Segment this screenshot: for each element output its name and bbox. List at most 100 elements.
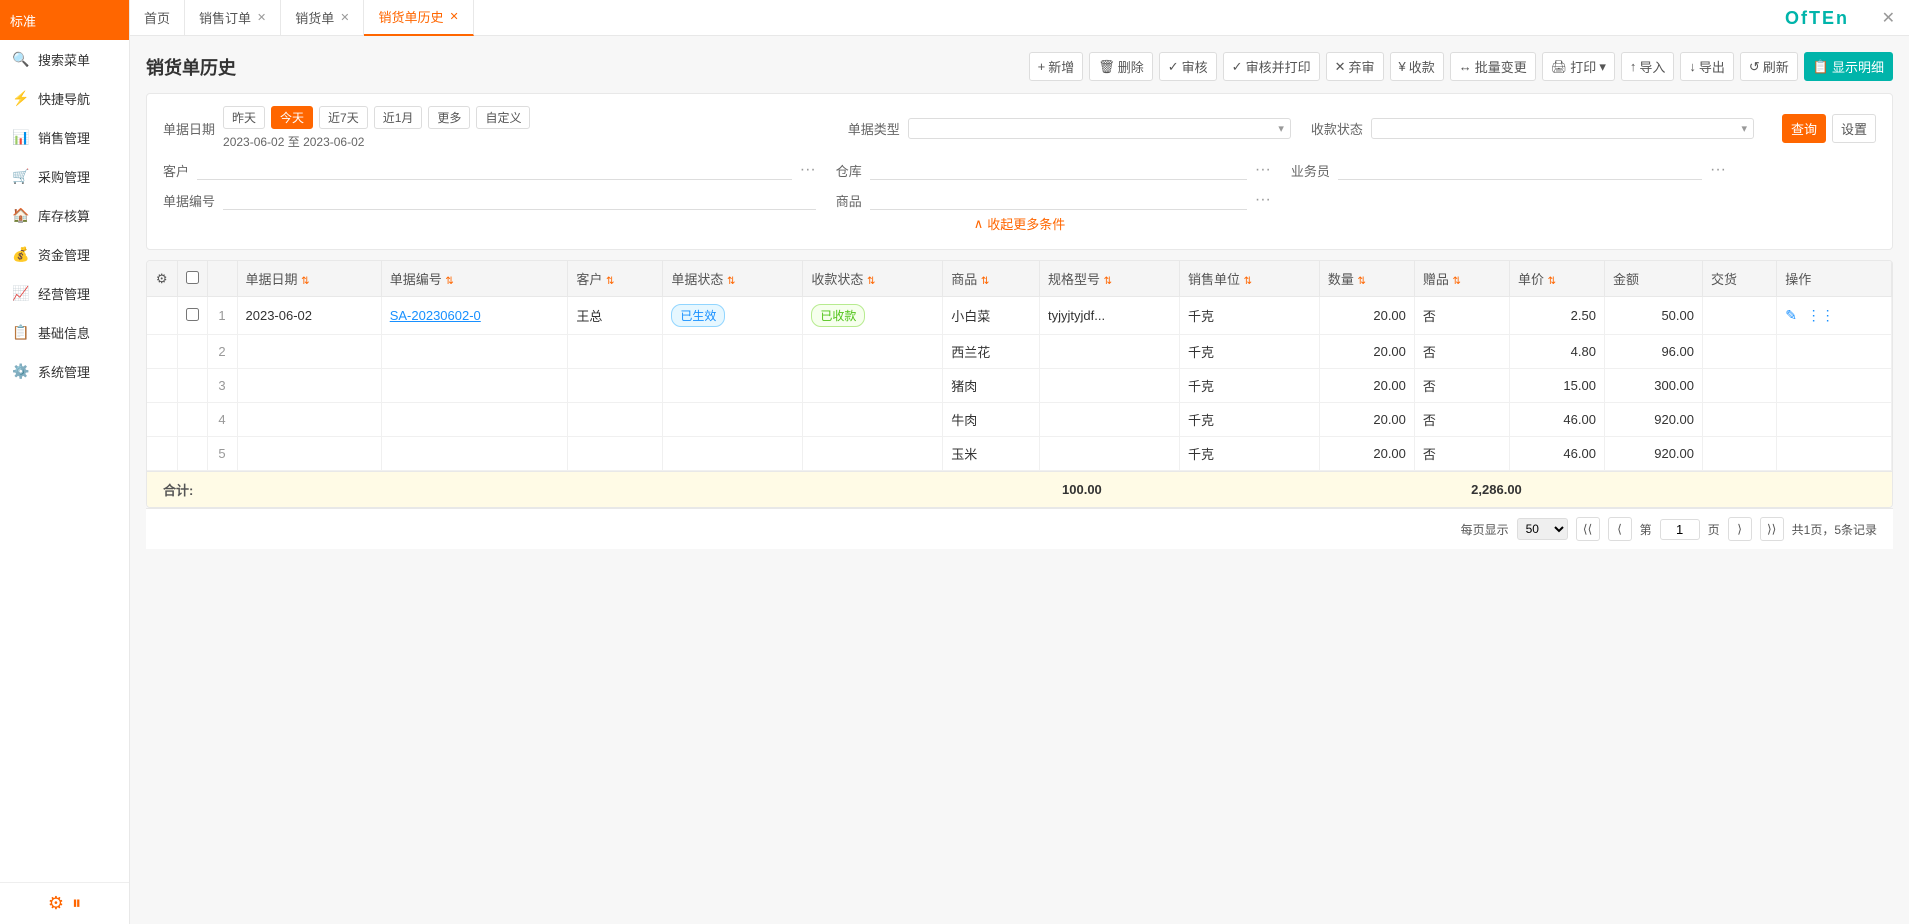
sidebar-item-sys-mgmt[interactable]: ⚙️ 系统管理 xyxy=(0,352,129,391)
delete-button[interactable]: 🗑 删除 xyxy=(1089,52,1153,81)
last-page-btn[interactable]: ⟩⟩ xyxy=(1760,517,1784,541)
tab-home[interactable]: 首页 xyxy=(130,0,185,36)
doc-num-input[interactable] xyxy=(223,190,816,210)
spec-header[interactable]: 规格型号 ⇅ xyxy=(1040,261,1180,297)
row-docnum[interactable]: SA-20230602-0 xyxy=(381,297,568,335)
sidebar-item-quick-nav[interactable]: ⚡ 快捷导航 xyxy=(0,79,129,118)
sidebar-item-label: 资金管理 xyxy=(38,245,90,264)
row-more-icon[interactable]: ⋮⋮ xyxy=(1807,307,1835,323)
unit-header[interactable]: 销售单位 ⇅ xyxy=(1179,261,1319,297)
tab-sales-goods[interactable]: 销货单 ✕ xyxy=(281,0,364,36)
date-custom-btn[interactable]: 自定义 xyxy=(476,106,530,129)
tab-sales-history[interactable]: 销货单历史 ✕ xyxy=(364,0,473,36)
tab-bar-close-btn[interactable]: ✕ xyxy=(1868,8,1909,28)
table-row: 3 猪肉 千克 20.00 否 15.00 300.00 xyxy=(147,369,1892,403)
goods-input[interactable] xyxy=(870,190,1247,210)
audit-button[interactable]: ✓ 审核 xyxy=(1159,52,1217,81)
doc-num-link[interactable]: SA-20230602-0 xyxy=(390,308,481,323)
date-sort-icon: ⇅ xyxy=(301,276,309,287)
prev-page-btn[interactable]: ⟨ xyxy=(1608,517,1632,541)
tab-sales-order[interactable]: 销售订单 ✕ xyxy=(185,0,281,36)
doc-type-label: 单据类型 xyxy=(848,119,900,138)
row-checkbox-cell[interactable] xyxy=(177,335,207,369)
row-transaction xyxy=(1703,403,1777,437)
sidebar-item-base-info[interactable]: 📋 基础信息 xyxy=(0,313,129,352)
show-detail-button[interactable]: 📋 显示明细 xyxy=(1804,52,1893,81)
warehouse-dots-btn[interactable]: ··· xyxy=(1255,162,1271,178)
staff-dots-btn[interactable]: ··· xyxy=(1710,162,1726,178)
gear-header[interactable]: ⚙ xyxy=(147,261,177,297)
per-page-select[interactable]: 50 100 200 xyxy=(1517,518,1568,540)
abandon-button[interactable]: ✕ 弃审 xyxy=(1326,52,1384,81)
sidebar-item-purchase-mgmt[interactable]: 🛒 采购管理 xyxy=(0,157,129,196)
first-page-btn[interactable]: ⟨⟨ xyxy=(1576,517,1600,541)
audit-print-button[interactable]: ✓ 审核并打印 xyxy=(1223,52,1320,81)
docstatus-header[interactable]: 单据状态 ⇅ xyxy=(663,261,803,297)
sidebar-item-label: 经营管理 xyxy=(38,284,90,303)
customer-filter-group: 客户 ··· xyxy=(163,160,816,180)
paystatus-header[interactable]: 收款状态 ⇅ xyxy=(803,261,943,297)
main-area: 首页 销售订单 ✕ 销货单 ✕ 销货单历史 ✕ OfTEn ✕ 销货单历史 + … xyxy=(130,0,1909,924)
date-today-btn[interactable]: 今天 xyxy=(271,106,313,129)
checkbox-header[interactable] xyxy=(177,261,207,297)
date-header-label: 单据日期 xyxy=(246,272,298,287)
gift-header[interactable]: 赠品 ⇅ xyxy=(1414,261,1509,297)
qty-header[interactable]: 数量 ⇅ xyxy=(1319,261,1414,297)
date-header[interactable]: 单据日期 ⇅ xyxy=(237,261,381,297)
next-page-btn[interactable]: ⟩ xyxy=(1728,517,1752,541)
sidebar-item-inventory[interactable]: 🏠 库存核算 xyxy=(0,196,129,235)
staff-input[interactable] xyxy=(1338,160,1702,180)
row-num-cell: 3 xyxy=(207,369,237,403)
doc-type-select[interactable]: ▾ xyxy=(908,118,1291,139)
settings-button[interactable]: 设置 xyxy=(1832,114,1876,143)
staff-label: 业务员 xyxy=(1291,161,1330,180)
date-more-btn[interactable]: 更多 xyxy=(428,106,470,129)
price-header[interactable]: 单价 ⇅ xyxy=(1509,261,1604,297)
docnum-header[interactable]: 单据编号 ⇅ xyxy=(381,261,568,297)
row-checkbox-cell[interactable] xyxy=(177,437,207,471)
tab-sales-history-close[interactable]: ✕ xyxy=(450,10,459,23)
print-button[interactable]: 🖨 打印 ▾ xyxy=(1542,52,1615,81)
pay-status-select[interactable]: ▾ xyxy=(1371,118,1754,139)
collapse-btn[interactable]: ∧ 收起更多条件 xyxy=(163,210,1876,237)
date-7days-btn[interactable]: 近7天 xyxy=(319,106,368,129)
goods-header[interactable]: 商品 ⇅ xyxy=(943,261,1040,297)
customer-header[interactable]: 客户 ⇅ xyxy=(568,261,663,297)
tab-sales-order-close[interactable]: ✕ xyxy=(257,11,266,24)
page-number-input[interactable] xyxy=(1660,519,1700,540)
import-button[interactable]: ↑ 导入 xyxy=(1621,52,1675,81)
row-edit-icon[interactable]: ✎ xyxy=(1785,307,1797,323)
sidebar-pause-btn[interactable]: ⏸ xyxy=(72,893,81,914)
row-docstatus xyxy=(663,403,803,437)
goods-dots-btn[interactable]: ··· xyxy=(1255,192,1271,208)
query-button[interactable]: 查询 xyxy=(1782,114,1826,143)
sidebar-item-sales-mgmt[interactable]: 📊 销售管理 xyxy=(0,118,129,157)
sidebar-item-search-menu[interactable]: 🔍 搜索菜单 xyxy=(0,40,129,79)
row-checkbox-cell[interactable] xyxy=(177,369,207,403)
customer-dots-btn[interactable]: ··· xyxy=(800,162,816,178)
audit-print-icon: ✓ xyxy=(1232,59,1243,75)
sidebar-item-operations[interactable]: 📈 经营管理 xyxy=(0,274,129,313)
add-button[interactable]: + 新增 xyxy=(1029,52,1084,81)
row-paystatus xyxy=(803,437,943,471)
sidebar-settings-btn[interactable]: ⚙ xyxy=(48,893,64,914)
toolbar: 销货单历史 + 新增 🗑 删除 ✓ 审核 ✓ 审核并打印 ✕ 弃审 xyxy=(146,52,1893,81)
abandon-label: 弃审 xyxy=(1349,57,1375,76)
search-menu-icon: 🔍 xyxy=(12,51,30,69)
pay-status-arrow-icon: ▾ xyxy=(1741,122,1747,135)
date-yesterday-btn[interactable]: 昨天 xyxy=(223,106,265,129)
date-1month-btn[interactable]: 近1月 xyxy=(374,106,423,129)
operation-header: 操作 xyxy=(1777,261,1892,297)
collect-button[interactable]: ¥ 收款 xyxy=(1390,52,1444,81)
select-all-checkbox[interactable] xyxy=(186,271,199,284)
export-button[interactable]: ↓ 导出 xyxy=(1680,52,1734,81)
sidebar-item-finance[interactable]: 💰 资金管理 xyxy=(0,235,129,274)
batch-change-button[interactable]: ↔ 批量变更 xyxy=(1450,52,1536,81)
row-checkbox-cell[interactable] xyxy=(177,297,207,335)
customer-input[interactable] xyxy=(197,160,792,180)
row-checkbox[interactable] xyxy=(186,308,199,321)
warehouse-input[interactable] xyxy=(870,160,1247,180)
tab-sales-goods-close[interactable]: ✕ xyxy=(340,11,349,24)
refresh-button[interactable]: ↺ 刷新 xyxy=(1740,52,1798,81)
row-checkbox-cell[interactable] xyxy=(177,403,207,437)
